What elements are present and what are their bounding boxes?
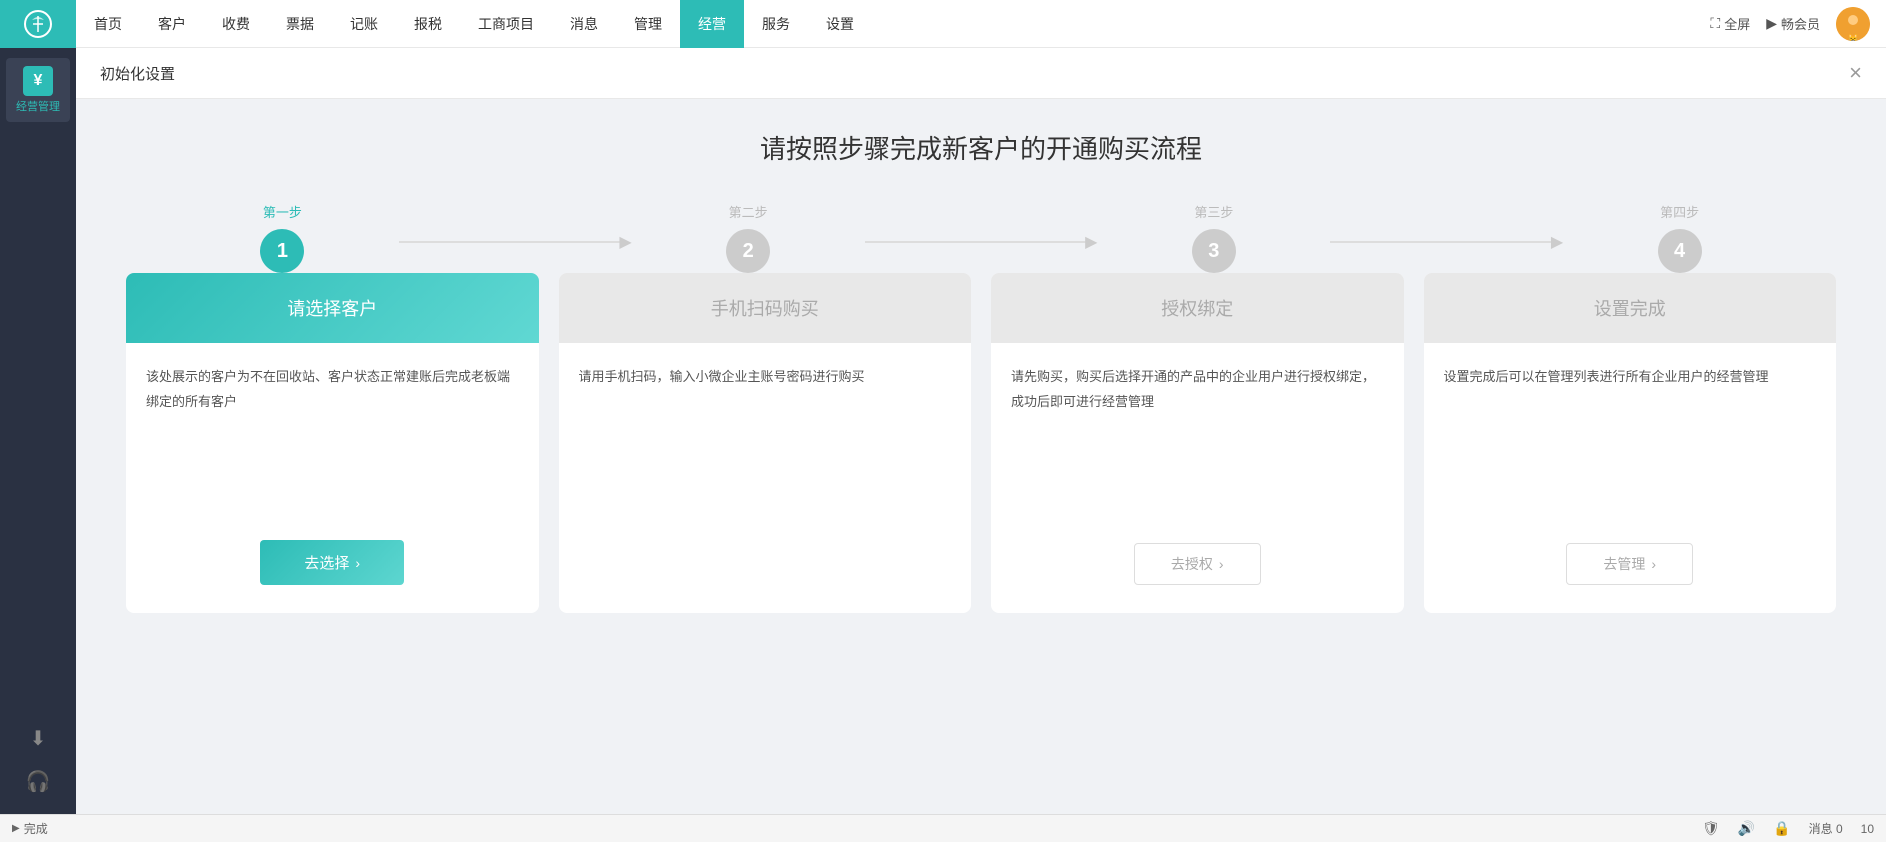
- avatar[interactable]: 😸: [1836, 7, 1870, 41]
- statusbar: ▶ 完成 🛡 🔊 🔒 消息 0 10: [0, 814, 1886, 842]
- fullscreen-button[interactable]: ⛶ 全屏: [1710, 14, 1750, 33]
- step-3: 第三步 3: [1097, 202, 1330, 273]
- card-1: 请选择客户 该处展示的客户为不在回收站、客户状态正常建账后完成老板端绑定的所有客…: [126, 273, 539, 613]
- step-2-circle: 2: [726, 229, 770, 273]
- nav-logo: [0, 0, 76, 48]
- step-4: 第四步 4: [1563, 202, 1796, 273]
- card-3-body: 请先购买，购买后选择开通的产品中的企业用户进行授权绑定，成功后即可进行经营管理: [991, 343, 1404, 527]
- fullscreen-icon: ⛶: [1710, 15, 1720, 32]
- chevron-right-3-icon: ›: [1651, 556, 1656, 572]
- sidebar-item-label: 经营管理: [16, 100, 60, 114]
- card-4-header: 设置完成: [1424, 273, 1837, 343]
- nav-item-operation[interactable]: 经营: [680, 0, 744, 48]
- card-4: 设置完成 设置完成后可以在管理列表进行所有企业用户的经营管理 去管理 ›: [1424, 273, 1837, 613]
- step-4-circle: 4: [1658, 229, 1702, 273]
- card-4-footer: 去管理 ›: [1424, 527, 1837, 613]
- arrow-1-icon: ▶: [619, 232, 631, 252]
- step-1: 第一步 1: [166, 202, 399, 273]
- step-2: 第二步 2: [632, 202, 865, 273]
- card-3-footer: 去授权 ›: [991, 527, 1404, 613]
- step-4-label: 第四步: [1660, 202, 1699, 221]
- step-1-label: 第一步: [263, 202, 302, 221]
- sidebar: ¥ 经营管理 ⬇ 🎧: [0, 48, 76, 814]
- nav-item-ticket[interactable]: 票据: [268, 0, 332, 48]
- nav-item-fee[interactable]: 收费: [204, 0, 268, 48]
- chevron-right-2-icon: ›: [1219, 556, 1224, 572]
- connector-2: ▶: [865, 232, 1098, 252]
- member-label: 畅会员: [1781, 14, 1820, 33]
- nav-item-settings[interactable]: 设置: [808, 0, 872, 48]
- nav-item-industry[interactable]: 工商项目: [460, 0, 552, 48]
- card-1-footer: 去选择 ›: [126, 524, 539, 613]
- fullscreen-label: 全屏: [1724, 14, 1750, 33]
- chevron-right-icon: ›: [355, 555, 360, 571]
- nav-item-manage[interactable]: 管理: [616, 0, 680, 48]
- svg-text:😸: 😸: [1848, 34, 1858, 41]
- volume-icon: 🔊: [1738, 820, 1755, 837]
- page-title: 初始化设置: [100, 63, 175, 84]
- cards-container: 请选择客户 该处展示的客户为不在回收站、客户状态正常建账后完成老板端绑定的所有客…: [126, 273, 1836, 613]
- nav-item-tax[interactable]: 报税: [396, 0, 460, 48]
- main-content: 初始化设置 × 请按照步骤完成新客户的开通购买流程 第一步 1 ▶: [76, 48, 1886, 814]
- shield-icon: 🛡: [1702, 820, 1720, 837]
- steps-row: 第一步 1 ▶ 第二步 2: [126, 202, 1836, 273]
- close-button[interactable]: ×: [1849, 62, 1862, 84]
- sidebar-download-icon[interactable]: ⬇: [30, 726, 47, 751]
- arrow-2-icon: ▶: [1085, 232, 1097, 252]
- operation-icon: ¥: [23, 66, 53, 96]
- statusbar-right: 🛡 🔊 🔒 消息 0 10: [1702, 820, 1874, 837]
- arrow-3-icon: ▶: [1551, 232, 1563, 252]
- hero-title: 请按照步骤完成新客户的开通购买流程: [126, 129, 1836, 166]
- step-2-label: 第二步: [729, 202, 768, 221]
- go-authorize-button[interactable]: 去授权 ›: [1134, 543, 1261, 585]
- nav-items: 首页 客户 收费 票据 记账 报税 工商项目 消息 管理 经营 服务 设置: [76, 0, 1710, 48]
- content-area: 请按照步骤完成新客户的开通购买流程 第一步 1 ▶ 第二步: [76, 99, 1886, 814]
- nav-item-home[interactable]: 首页: [76, 0, 140, 48]
- card-2-header: 手机扫码购买: [559, 273, 972, 343]
- chat-count: 消息 0: [1809, 820, 1843, 837]
- nav-item-service[interactable]: 服务: [744, 0, 808, 48]
- card-2-body: 请用手机扫码，输入小微企业主账号密码进行购买: [559, 343, 972, 569]
- nav-right: ⛶ 全屏 ▶ 畅会员 😸: [1710, 7, 1886, 41]
- nav-item-message[interactable]: 消息: [552, 0, 616, 48]
- status-label: 完成: [24, 820, 48, 837]
- card-3: 授权绑定 请先购买，购买后选择开通的产品中的企业用户进行授权绑定，成功后即可进行…: [991, 273, 1404, 613]
- nav-item-customer[interactable]: 客户: [140, 0, 204, 48]
- member-button[interactable]: ▶ 畅会员: [1766, 14, 1820, 33]
- sidebar-headset-icon[interactable]: 🎧: [26, 769, 51, 794]
- card-1-body: 该处展示的客户为不在回收站、客户状态正常建账后完成老板端绑定的所有客户: [126, 343, 539, 524]
- step-1-circle: 1: [260, 229, 304, 273]
- card-3-header: 授权绑定: [991, 273, 1404, 343]
- play-icon: ▶: [1766, 15, 1777, 32]
- card-4-body: 设置完成后可以在管理列表进行所有企业用户的经营管理: [1424, 343, 1837, 527]
- step-3-label: 第三步: [1194, 202, 1233, 221]
- card-2: 手机扫码购买 请用手机扫码，输入小微企业主账号密码进行购买: [559, 273, 972, 613]
- card-2-footer: [559, 569, 972, 613]
- play-status-icon: ▶: [12, 823, 20, 834]
- connector-3: ▶: [1330, 232, 1563, 252]
- connector-1: ▶: [399, 232, 632, 252]
- lock-icon: 🔒: [1773, 820, 1790, 837]
- time-display: 10: [1861, 822, 1874, 836]
- step-3-circle: 3: [1192, 229, 1236, 273]
- sidebar-item-operation[interactable]: ¥ 经营管理: [6, 58, 70, 122]
- go-manage-button[interactable]: 去管理 ›: [1566, 543, 1693, 585]
- nav-item-bookkeeping[interactable]: 记账: [332, 0, 396, 48]
- card-1-header: 请选择客户: [126, 273, 539, 343]
- page-header: 初始化设置 ×: [76, 48, 1886, 99]
- go-select-button[interactable]: 去选择 ›: [260, 540, 404, 585]
